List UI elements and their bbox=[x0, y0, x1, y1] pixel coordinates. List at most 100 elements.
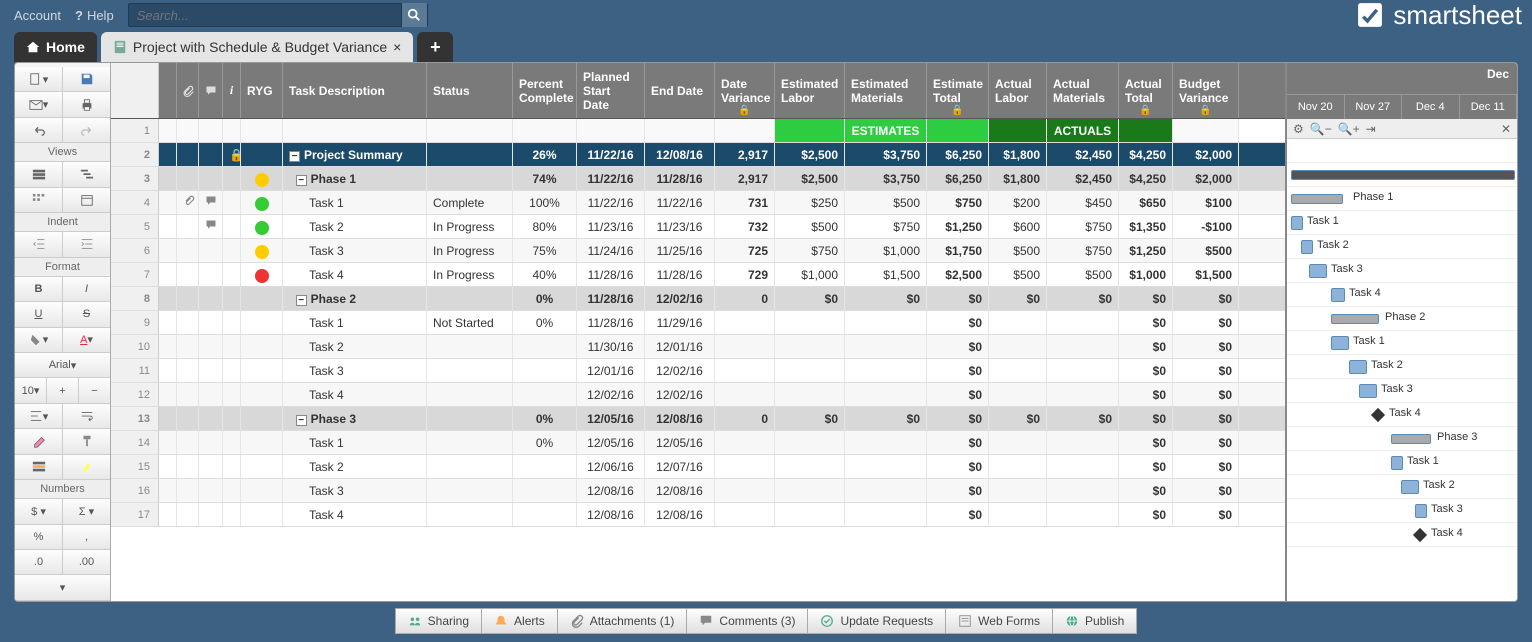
align-button[interactable]: ▾ bbox=[15, 404, 63, 428]
grid-row[interactable]: 14 Task 1 0% 12/05/16 12/05/16 $0 $0 $0 bbox=[111, 431, 1285, 455]
gantt-bar[interactable] bbox=[1391, 456, 1403, 470]
comment-icon[interactable] bbox=[205, 195, 217, 207]
collapse-sidebar[interactable]: ▾ bbox=[15, 575, 110, 599]
gantt-bar[interactable] bbox=[1391, 434, 1431, 444]
gantt-bar[interactable] bbox=[1401, 480, 1419, 494]
gantt-week[interactable]: Dec 4 bbox=[1402, 95, 1460, 119]
gantt-zoomin-icon[interactable]: 🔍+ bbox=[1338, 122, 1360, 136]
col-bvar[interactable]: Budget Variance🔒 bbox=[1173, 63, 1239, 118]
home-tab[interactable]: Home bbox=[14, 32, 97, 62]
col-expand[interactable] bbox=[159, 63, 177, 118]
grid-row[interactable]: 8 −Phase 2 0% 11/28/16 12/02/16 0 $0 $0 … bbox=[111, 287, 1285, 311]
col-etot[interactable]: Estimate Total🔒 bbox=[927, 63, 989, 118]
col-status[interactable]: Status bbox=[427, 63, 513, 118]
gantt-view[interactable] bbox=[63, 162, 110, 186]
gantt-bar[interactable] bbox=[1359, 384, 1377, 398]
undo-button[interactable] bbox=[15, 118, 63, 142]
gantt-bar[interactable] bbox=[1291, 194, 1343, 204]
gantt-milestone[interactable] bbox=[1371, 408, 1385, 422]
alerts-button[interactable]: Alerts bbox=[482, 608, 558, 634]
indent-button[interactable] bbox=[63, 232, 110, 256]
close-tab-icon[interactable]: × bbox=[393, 39, 401, 55]
gantt-week[interactable]: Dec 11 bbox=[1460, 95, 1518, 119]
wrap-button[interactable] bbox=[63, 404, 110, 428]
grid-row[interactable]: 4 Task 1 Complete 100% 11/22/16 11/22/16… bbox=[111, 191, 1285, 215]
gantt-settings-icon[interactable]: ⚙ bbox=[1293, 122, 1304, 136]
redo-button[interactable] bbox=[63, 118, 110, 142]
sharing-button[interactable]: Sharing bbox=[395, 608, 482, 634]
account-link[interactable]: Account bbox=[10, 8, 61, 23]
comments-button[interactable]: Comments (3) bbox=[687, 608, 808, 634]
grid-row[interactable]: 15 Task 2 12/06/16 12/07/16 $0 $0 $0 bbox=[111, 455, 1285, 479]
col-comment[interactable] bbox=[199, 63, 223, 118]
underline-button[interactable]: U bbox=[15, 302, 63, 326]
gantt-body[interactable]: Project SuPhase 1Task 1Task 2Task 3Task … bbox=[1287, 139, 1517, 601]
grid-row[interactable]: 9 Task 1 Not Started 0% 11/28/16 11/29/1… bbox=[111, 311, 1285, 335]
thousands-button[interactable]: , bbox=[63, 525, 110, 549]
expand-toggle[interactable]: − bbox=[289, 151, 300, 162]
gantt-bar[interactable] bbox=[1331, 288, 1345, 302]
grid-row[interactable]: 12 Task 4 12/02/16 12/02/16 $0 $0 $0 bbox=[111, 383, 1285, 407]
help-link[interactable]: ? Help bbox=[75, 8, 114, 23]
gantt-today-icon[interactable]: ⇥ bbox=[1366, 122, 1376, 136]
card-view[interactable] bbox=[15, 188, 63, 212]
grid-row[interactable]: 3 −Phase 1 74% 11/22/16 11/28/16 2,917 $… bbox=[111, 167, 1285, 191]
gantt-zoomout-icon[interactable]: 🔍− bbox=[1310, 122, 1332, 136]
grid-row[interactable]: 17 Task 4 12/08/16 12/08/16 $0 $0 $0 bbox=[111, 503, 1285, 527]
grid-row[interactable]: 11 Task 3 12/01/16 12/02/16 $0 $0 $0 bbox=[111, 359, 1285, 383]
percent-button[interactable]: % bbox=[15, 525, 63, 549]
grid-row[interactable]: 5 Task 2 In Progress 80% 11/23/16 11/23/… bbox=[111, 215, 1285, 239]
sum-button[interactable]: Σ ▾ bbox=[63, 499, 110, 523]
gantt-week[interactable]: Nov 20 bbox=[1287, 95, 1345, 119]
col-info[interactable]: i bbox=[223, 63, 241, 118]
clear-format-button[interactable] bbox=[15, 429, 63, 453]
currency-button[interactable]: $ ▾ bbox=[15, 499, 63, 523]
outdent-button[interactable] bbox=[15, 232, 63, 256]
col-alab[interactable]: Actual Labor bbox=[989, 63, 1047, 118]
publish-button[interactable]: Publish bbox=[1053, 608, 1137, 634]
expand-toggle[interactable]: − bbox=[296, 295, 307, 306]
col-attach[interactable] bbox=[177, 63, 199, 118]
attachments-button[interactable]: Attachments (1) bbox=[558, 608, 688, 634]
update-requests-button[interactable]: Update Requests bbox=[808, 608, 946, 634]
gantt-bar[interactable] bbox=[1291, 216, 1303, 230]
gantt-bar[interactable] bbox=[1331, 314, 1379, 324]
grid-view[interactable] bbox=[15, 162, 63, 186]
expand-toggle[interactable]: − bbox=[296, 175, 307, 186]
gantt-bar[interactable] bbox=[1349, 360, 1367, 374]
col-task[interactable]: Task Description bbox=[283, 63, 427, 118]
gantt-bar[interactable] bbox=[1415, 504, 1427, 518]
fontsize-select[interactable]: 10 ▾ bbox=[15, 378, 47, 402]
mail-dropdown[interactable]: ▾ bbox=[15, 92, 63, 116]
highlight-button[interactable] bbox=[63, 455, 110, 479]
webforms-button[interactable]: Web Forms bbox=[946, 608, 1053, 634]
textcolor-button[interactable]: A▾ bbox=[63, 328, 110, 352]
attachment-icon[interactable] bbox=[183, 195, 195, 207]
italic-button[interactable]: I bbox=[63, 277, 110, 301]
gantt-milestone[interactable] bbox=[1413, 528, 1427, 542]
fontsize-down[interactable]: − bbox=[79, 378, 110, 402]
comment-icon[interactable] bbox=[205, 219, 217, 231]
search-button[interactable] bbox=[401, 3, 427, 27]
col-elab[interactable]: Estimated Labor bbox=[775, 63, 845, 118]
font-select[interactable]: Arial ▾ bbox=[15, 353, 110, 377]
fillcolor-button[interactable]: ▾ bbox=[15, 328, 63, 352]
strike-button[interactable]: S bbox=[63, 302, 110, 326]
grid-row[interactable]: 7 Task 4 In Progress 40% 11/28/16 11/28/… bbox=[111, 263, 1285, 287]
fontsize-up[interactable]: + bbox=[47, 378, 79, 402]
col-emat[interactable]: Estimated Materials bbox=[845, 63, 927, 118]
decimal-dec-button[interactable]: .0 bbox=[15, 550, 63, 574]
grid-body[interactable]: 1 ESTIMATES ACTUALS 2 🔒 −Project Summary… bbox=[111, 119, 1285, 601]
calendar-view[interactable] bbox=[63, 188, 110, 212]
decimal-inc-button[interactable]: .00 bbox=[63, 550, 110, 574]
gantt-bar[interactable] bbox=[1309, 264, 1327, 278]
col-pstart[interactable]: Planned Start Date bbox=[577, 63, 645, 118]
new-dropdown[interactable]: ▾ bbox=[15, 67, 63, 91]
gantt-bar[interactable] bbox=[1301, 240, 1313, 254]
add-tab[interactable]: + bbox=[417, 32, 453, 62]
col-atot[interactable]: Actual Total🔒 bbox=[1119, 63, 1173, 118]
gantt-close-icon[interactable]: ✕ bbox=[1501, 122, 1511, 136]
expand-toggle[interactable]: − bbox=[296, 415, 307, 426]
conditional-format-button[interactable] bbox=[15, 455, 63, 479]
gantt-bar[interactable] bbox=[1291, 170, 1515, 180]
